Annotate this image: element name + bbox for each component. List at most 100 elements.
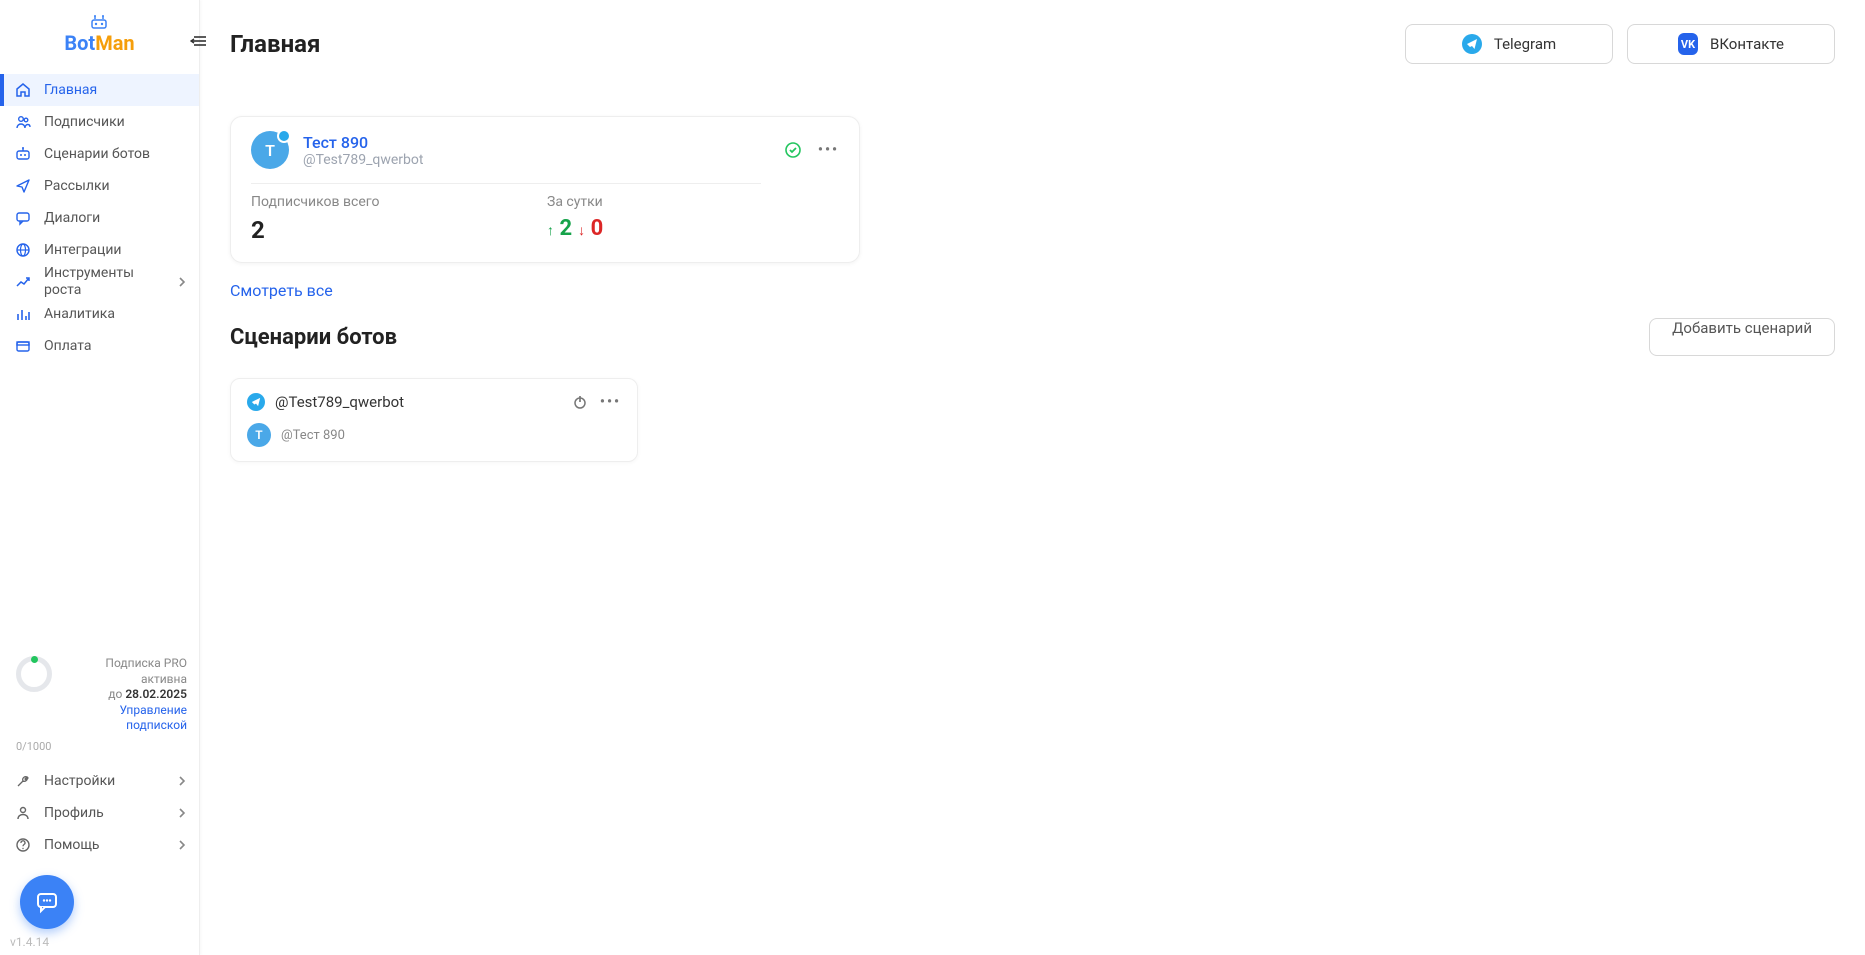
scenario-handle: @Test789_qwerbot (275, 393, 562, 411)
nav-label: Помощь (44, 837, 165, 854)
chevron-right-icon (177, 808, 187, 818)
chevron-right-icon (177, 277, 187, 287)
telegram-icon (1462, 34, 1482, 54)
add-scenario-button[interactable]: Добавить сценарий (1649, 318, 1835, 356)
logo-row: BotMan (0, 0, 199, 70)
nav-home[interactable]: Главная (0, 74, 199, 106)
main-content: Главная Telegram VK ВКонтакте T (200, 0, 1865, 955)
header-row: Главная Telegram VK ВКонтакте (230, 24, 1835, 64)
nav-label: Настройки (44, 773, 165, 790)
nav-label: Профиль (44, 805, 165, 822)
chevron-right-icon (177, 840, 187, 850)
nav-analytics[interactable]: Аналитика (0, 298, 199, 330)
stat-delta: ↑ 2 ↓ 0 (547, 216, 603, 241)
sidebar: BotMan Главная Подписчики Сценарии ботов… (0, 0, 200, 955)
header-buttons: Telegram VK ВКонтакте (1405, 24, 1835, 64)
wrench-icon (14, 772, 32, 790)
sidebar-collapse-button[interactable] (186, 28, 212, 54)
subscription-until: до 28.02.2025 (62, 687, 187, 703)
bottom-nav: Настройки Профиль Помощь (0, 765, 199, 867)
delta-up: ↑ 2 (547, 216, 572, 241)
subscription-status: Подписка PRO активна (62, 656, 187, 687)
nav-billing[interactable]: Оплата (0, 330, 199, 362)
bot-handle: @Test789_qwerbot (303, 152, 770, 168)
nav-integrations[interactable]: Интеграции (0, 234, 199, 266)
stat-value: 2 (251, 216, 547, 244)
page-title: Главная (230, 30, 320, 58)
nav-label: Аналитика (44, 306, 187, 323)
scenario-bot-name: @Тест 890 (281, 428, 345, 443)
nav-label: Интеграции (44, 242, 187, 259)
button-label: ВКонтакте (1710, 35, 1784, 53)
telegram-badge-icon (277, 129, 291, 143)
nav-label: Сценарии ботов (44, 146, 187, 163)
bot-avatar: T (251, 131, 289, 169)
nav-label: Главная (44, 82, 187, 99)
scenario-card[interactable]: @Test789_qwerbot ••• T @Тест 890 (230, 378, 638, 462)
scenarios-title: Сценарии ботов (230, 325, 397, 350)
usage-ring-icon (16, 656, 52, 692)
bot-titles: Тест 890 @Test789_qwerbot (303, 133, 770, 168)
home-icon (14, 81, 32, 99)
send-icon (14, 177, 32, 195)
telegram-icon (247, 393, 265, 411)
nav-subscribers[interactable]: Подписчики (0, 106, 199, 138)
stat-label: Подписчиков всего (251, 194, 547, 210)
scenario-header: @Test789_qwerbot ••• (247, 393, 621, 411)
help-icon (14, 836, 32, 854)
nav-dialogs[interactable]: Диалоги (0, 202, 199, 234)
chat-icon (14, 209, 32, 227)
robot-icon (90, 15, 108, 29)
chart-icon (14, 305, 32, 323)
bot-card[interactable]: T Тест 890 @Test789_qwerbot ••• Подписчи… (230, 116, 860, 263)
more-menu-button[interactable]: ••• (818, 142, 839, 158)
power-button[interactable] (572, 394, 588, 410)
version-label: v1.4.14 (0, 935, 199, 955)
subscription-block: Подписка PRO активна до 28.02.2025 Управ… (0, 646, 199, 740)
nav-settings[interactable]: Настройки (0, 765, 199, 797)
bot-card-header: T Тест 890 @Test789_qwerbot ••• (251, 131, 839, 169)
scenario-bot-avatar: T (247, 423, 271, 447)
subscription-text: Подписка PRO активна до 28.02.2025 Управ… (62, 656, 187, 734)
bot-stats: Подписчиков всего 2 За сутки ↑ 2 ↓ 0 (251, 194, 839, 244)
connect-telegram-button[interactable]: Telegram (1405, 24, 1613, 64)
nav-help[interactable]: Помощь (0, 829, 199, 861)
support-chat-button[interactable] (20, 875, 74, 929)
globe-icon (14, 241, 32, 259)
nav-label: Диалоги (44, 210, 187, 227)
bot-name: Тест 890 (303, 133, 770, 152)
nav-label: Рассылки (44, 178, 187, 195)
stat-daily: За сутки ↑ 2 ↓ 0 (547, 194, 603, 244)
scenario-actions: ••• (572, 394, 621, 410)
bot-icon (14, 145, 32, 163)
nav-profile[interactable]: Профиль (0, 797, 199, 829)
subscription-usage: 0/1000 (0, 740, 199, 765)
logo[interactable]: BotMan (64, 15, 134, 55)
connect-vk-button[interactable]: VK ВКонтакте (1627, 24, 1835, 64)
wallet-icon (14, 337, 32, 355)
see-all-link[interactable]: Смотреть все (230, 281, 333, 300)
nav-scenarios[interactable]: Сценарии ботов (0, 138, 199, 170)
stat-total: Подписчиков всего 2 (251, 194, 547, 244)
scenario-bot-row: T @Тест 890 (247, 423, 621, 447)
main-nav: Главная Подписчики Сценарии ботов Рассыл… (0, 70, 199, 362)
more-menu-button[interactable]: ••• (600, 394, 621, 410)
status-ok-icon (784, 141, 802, 159)
bot-actions: ••• (784, 141, 839, 159)
scenarios-header-row: Сценарии ботов Добавить сценарий (230, 318, 1835, 356)
chevron-right-icon (177, 776, 187, 786)
button-label: Telegram (1494, 35, 1556, 53)
delta-down: ↓ 0 (578, 216, 603, 241)
stat-label: За сутки (547, 194, 603, 210)
user-icon (14, 804, 32, 822)
nav-growth-tools[interactable]: Инструменты роста (0, 266, 199, 298)
divider (251, 183, 761, 184)
growth-icon (14, 273, 32, 291)
users-icon (14, 113, 32, 131)
nav-label: Подписчики (44, 114, 187, 131)
logo-text: BotMan (64, 31, 134, 55)
manage-subscription-link[interactable]: Управление подпиской (62, 703, 187, 734)
nav-broadcasts[interactable]: Рассылки (0, 170, 199, 202)
nav-label: Оплата (44, 338, 187, 355)
vk-icon: VK (1678, 34, 1698, 54)
